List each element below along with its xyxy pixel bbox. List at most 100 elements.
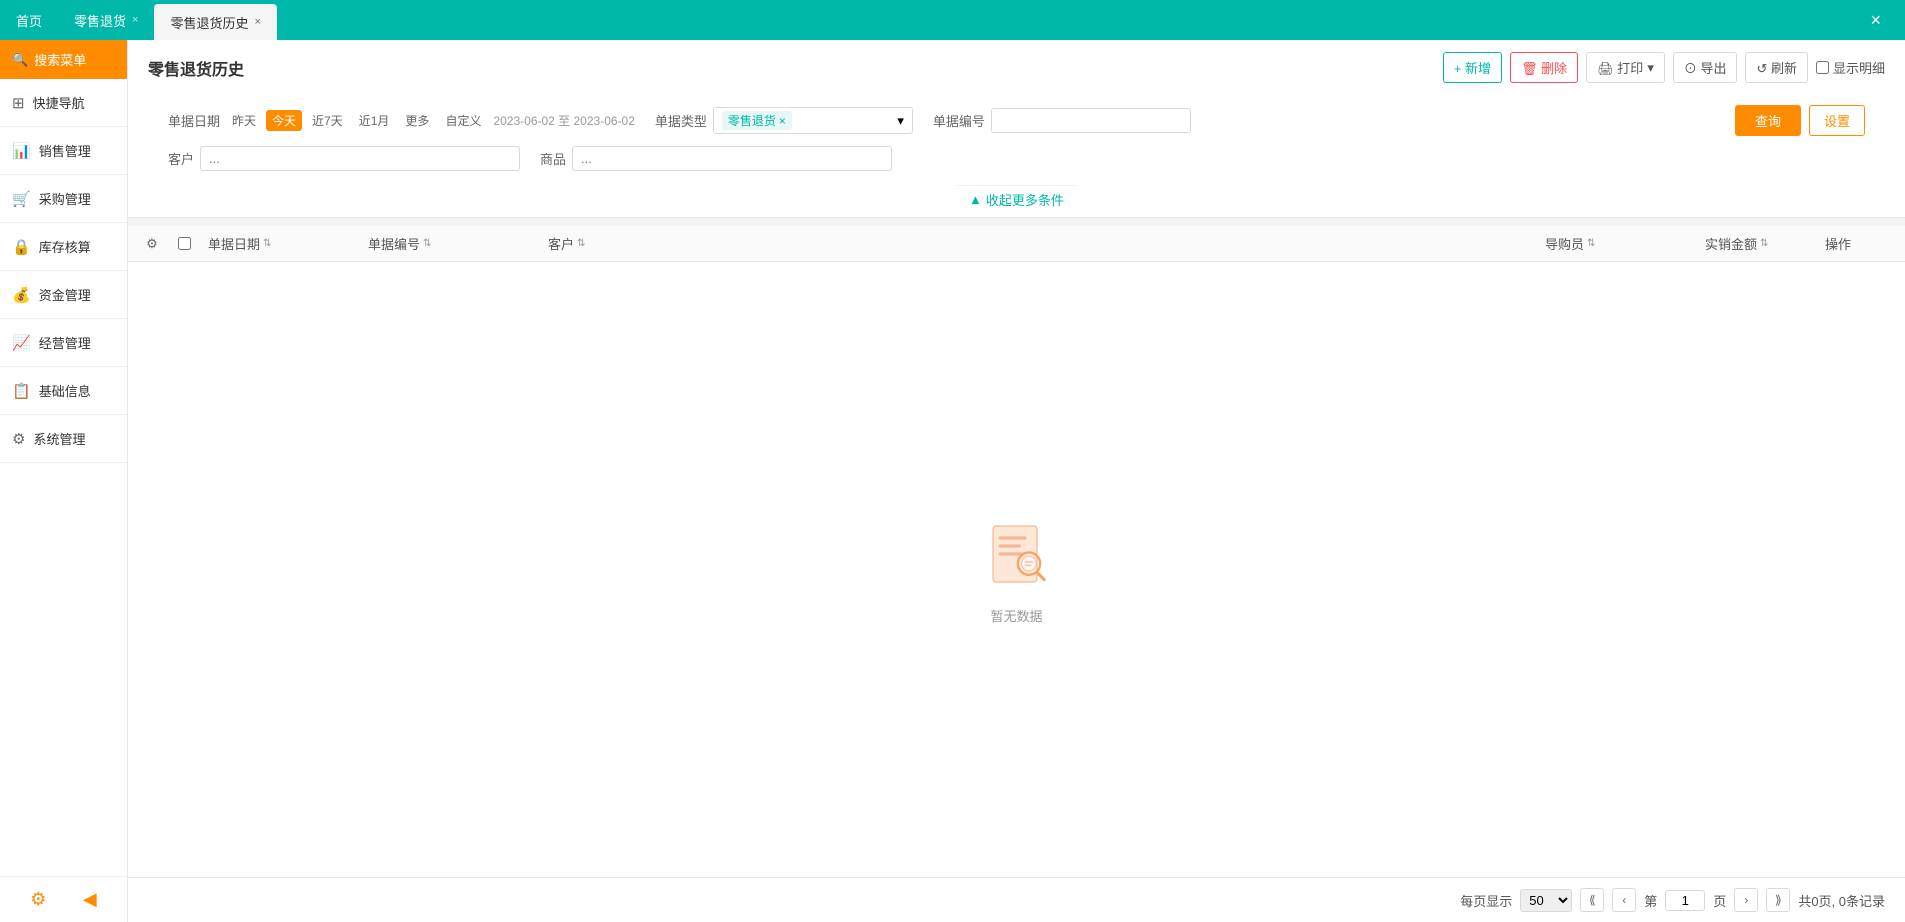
page-next-btn[interactable]: › [1734, 888, 1758, 912]
tab-retail-return-close[interactable]: × [132, 14, 138, 26]
print-button[interactable]: 🖨 打印 ▾ [1586, 52, 1665, 83]
sidebar-item-finance[interactable]: 💰 资金管理 [0, 271, 127, 319]
sidebar: 🔍 搜索菜单 ⊞ 快捷导航 📊 销售管理 🛒 采购管理 🔒 库存核算 💰 资金管… [0, 40, 128, 922]
sidebar-item-label: 采购管理 [39, 189, 91, 208]
tab-retail-return-history[interactable]: 零售退货历史 × [154, 4, 276, 40]
filter-group-customer: 客户 [168, 146, 520, 171]
bill-type-label: 单据类型 [655, 111, 707, 130]
goods-label: 商品 [540, 149, 566, 168]
delete-button[interactable]: 🗑 删除 [1510, 52, 1578, 83]
empty-state-icon [977, 514, 1057, 594]
customer-label: 客户 [168, 149, 194, 168]
page-title: 零售退货历史 [148, 56, 244, 80]
bill-type-tag: 零售退货 × [722, 111, 792, 130]
col-header-customer[interactable]: 客户 ⇅ [540, 226, 1537, 261]
col-guide-label: 导购员 [1545, 234, 1584, 253]
bill-number-input[interactable] [991, 108, 1191, 133]
sidebar-item-system-mgmt[interactable]: ⚙ 系统管理 [0, 415, 127, 463]
col-bill-date-label: 单据日期 [208, 234, 260, 253]
date-btn-7days[interactable]: 近7天 [306, 110, 349, 131]
sort-bill-number-icon: ⇅ [423, 238, 431, 249]
filter-settings-label: 设置 [1824, 114, 1850, 129]
display-detail-label: 显示明细 [1833, 58, 1885, 77]
customer-input[interactable] [200, 146, 520, 171]
table-settings-icon[interactable]: ⚙ [136, 228, 168, 260]
filter-group-bill-type: 单据类型 零售退货 × ▾ [655, 107, 913, 134]
date-btn-more[interactable]: 更多 [399, 110, 435, 131]
finance-icon: 💰 [12, 286, 31, 304]
sort-bill-date-icon: ⇅ [263, 238, 271, 249]
empty-state: 暂无数据 [128, 262, 1905, 877]
sidebar-item-label: 资金管理 [39, 285, 91, 304]
tab-retail-return-history-close[interactable]: × [254, 16, 260, 28]
export-button[interactable]: ⊙ 导出 [1673, 52, 1738, 83]
pagination: 每页显示 50 10 20 100 ⟪ ‹ 第 页 › ⟫ 共0页, 0条记录 [128, 877, 1905, 922]
collapse-filter-button[interactable]: ▲ 收起更多条件 [957, 185, 1077, 213]
filter-row-2: 客户 商品 [168, 146, 1865, 171]
tab-home[interactable]: 首页 [0, 0, 58, 40]
nav-tabs: 首页 零售退货 × 零售退货历史 × [0, 0, 1862, 40]
operations-icon: 📈 [12, 334, 31, 352]
col-header-amount[interactable]: 实销金额 ⇅ [1697, 226, 1817, 261]
sort-guide-icon: ⇅ [1587, 238, 1595, 249]
date-btn-1month[interactable]: 近1月 [353, 110, 396, 131]
top-nav-right: × [1862, 10, 1905, 31]
purchase-icon: 🛒 [12, 190, 31, 208]
sidebar-bottom: ⚙ ◀ [0, 876, 127, 922]
goods-input[interactable] [572, 146, 892, 171]
filter-area: 单据日期 昨天 今天 近7天 近1月 更多 自定义 2023-06-02 至 2… [148, 95, 1885, 217]
sidebar-item-basic-info[interactable]: 📋 基础信息 [0, 367, 127, 415]
col-header-bill-date[interactable]: 单据日期 ⇅ [200, 226, 360, 261]
window-close-btn[interactable]: × [1862, 10, 1889, 31]
filter-group-goods: 商品 [540, 146, 892, 171]
sales-icon: 📊 [12, 142, 31, 160]
date-range-display: 2023-06-02 至 2023-06-02 [493, 112, 634, 129]
sidebar-item-label: 系统管理 [33, 429, 85, 448]
sidebar-item-label: 销售管理 [39, 141, 91, 160]
bill-type-tag-label: 零售退货 [728, 112, 776, 129]
page-summary: 共0页, 0条记录 [1798, 891, 1885, 910]
per-page-select[interactable]: 50 10 20 100 [1520, 889, 1572, 912]
date-btn-custom[interactable]: 自定义 [439, 110, 487, 131]
collapse-sidebar-icon[interactable]: ◀ [83, 889, 97, 910]
date-btn-yesterday[interactable]: 昨天 [226, 110, 262, 131]
col-header-guide[interactable]: 导购员 ⇅ [1537, 226, 1697, 261]
tab-retail-return-history-label: 零售退货历史 [170, 13, 248, 32]
table-select-all[interactable] [168, 229, 200, 258]
col-amount-label: 实销金额 [1705, 234, 1757, 253]
system-icon: ⚙ [12, 430, 25, 448]
sidebar-item-purchase-mgmt[interactable]: 🛒 采购管理 [0, 175, 127, 223]
settings-bottom-icon[interactable]: ⚙ [30, 889, 46, 910]
page-number-input[interactable] [1665, 890, 1705, 911]
quick-nav-icon: ⊞ [12, 94, 25, 112]
display-detail-checkbox[interactable] [1816, 61, 1829, 74]
query-button-label: 查询 [1755, 114, 1781, 129]
select-all-checkbox[interactable] [178, 237, 191, 250]
inventory-icon: 🔒 [12, 238, 31, 256]
page-last-btn[interactable]: ⟫ [1766, 888, 1790, 912]
col-action-label: 操作 [1825, 234, 1851, 253]
date-btn-today[interactable]: 今天 [266, 110, 302, 131]
refresh-button[interactable]: ↺ 刷新 [1745, 52, 1808, 83]
export-button-label: ⊙ 导出 [1684, 58, 1727, 77]
sidebar-item-quick-nav[interactable]: ⊞ 快捷导航 [0, 79, 127, 127]
filter-settings-button[interactable]: 设置 [1809, 105, 1865, 136]
sidebar-item-inventory[interactable]: 🔒 库存核算 [0, 223, 127, 271]
col-header-bill-number[interactable]: 单据编号 ⇅ [360, 226, 540, 261]
sidebar-item-sales-mgmt[interactable]: 📊 销售管理 [0, 127, 127, 175]
sidebar-item-operations[interactable]: 📈 经营管理 [0, 319, 127, 367]
print-dropdown-icon: ▾ [1647, 60, 1654, 76]
search-icon: 🔍 [12, 52, 28, 68]
new-button[interactable]: + 新增 [1443, 52, 1502, 83]
sidebar-search[interactable]: 🔍 搜索菜单 [0, 40, 127, 79]
tab-retail-return[interactable]: 零售退货 × [58, 0, 154, 40]
sidebar-search-label: 搜索菜单 [34, 50, 86, 69]
page-prev-btn[interactable]: ‹ [1612, 888, 1636, 912]
filter-group-bill-date: 单据日期 昨天 今天 近7天 近1月 更多 自定义 2023-06-02 至 2… [168, 110, 635, 131]
page-first-btn[interactable]: ⟪ [1580, 888, 1604, 912]
table-container: ⚙ 单据日期 ⇅ 单据编号 ⇅ 客户 ⇅ 导购员 ⇅ [128, 226, 1905, 922]
query-button[interactable]: 查询 [1735, 105, 1801, 136]
bill-number-label: 单据编号 [933, 111, 985, 130]
bill-type-tag-close[interactable]: × [779, 114, 786, 128]
bill-type-select[interactable]: 零售退货 × ▾ [713, 107, 913, 134]
